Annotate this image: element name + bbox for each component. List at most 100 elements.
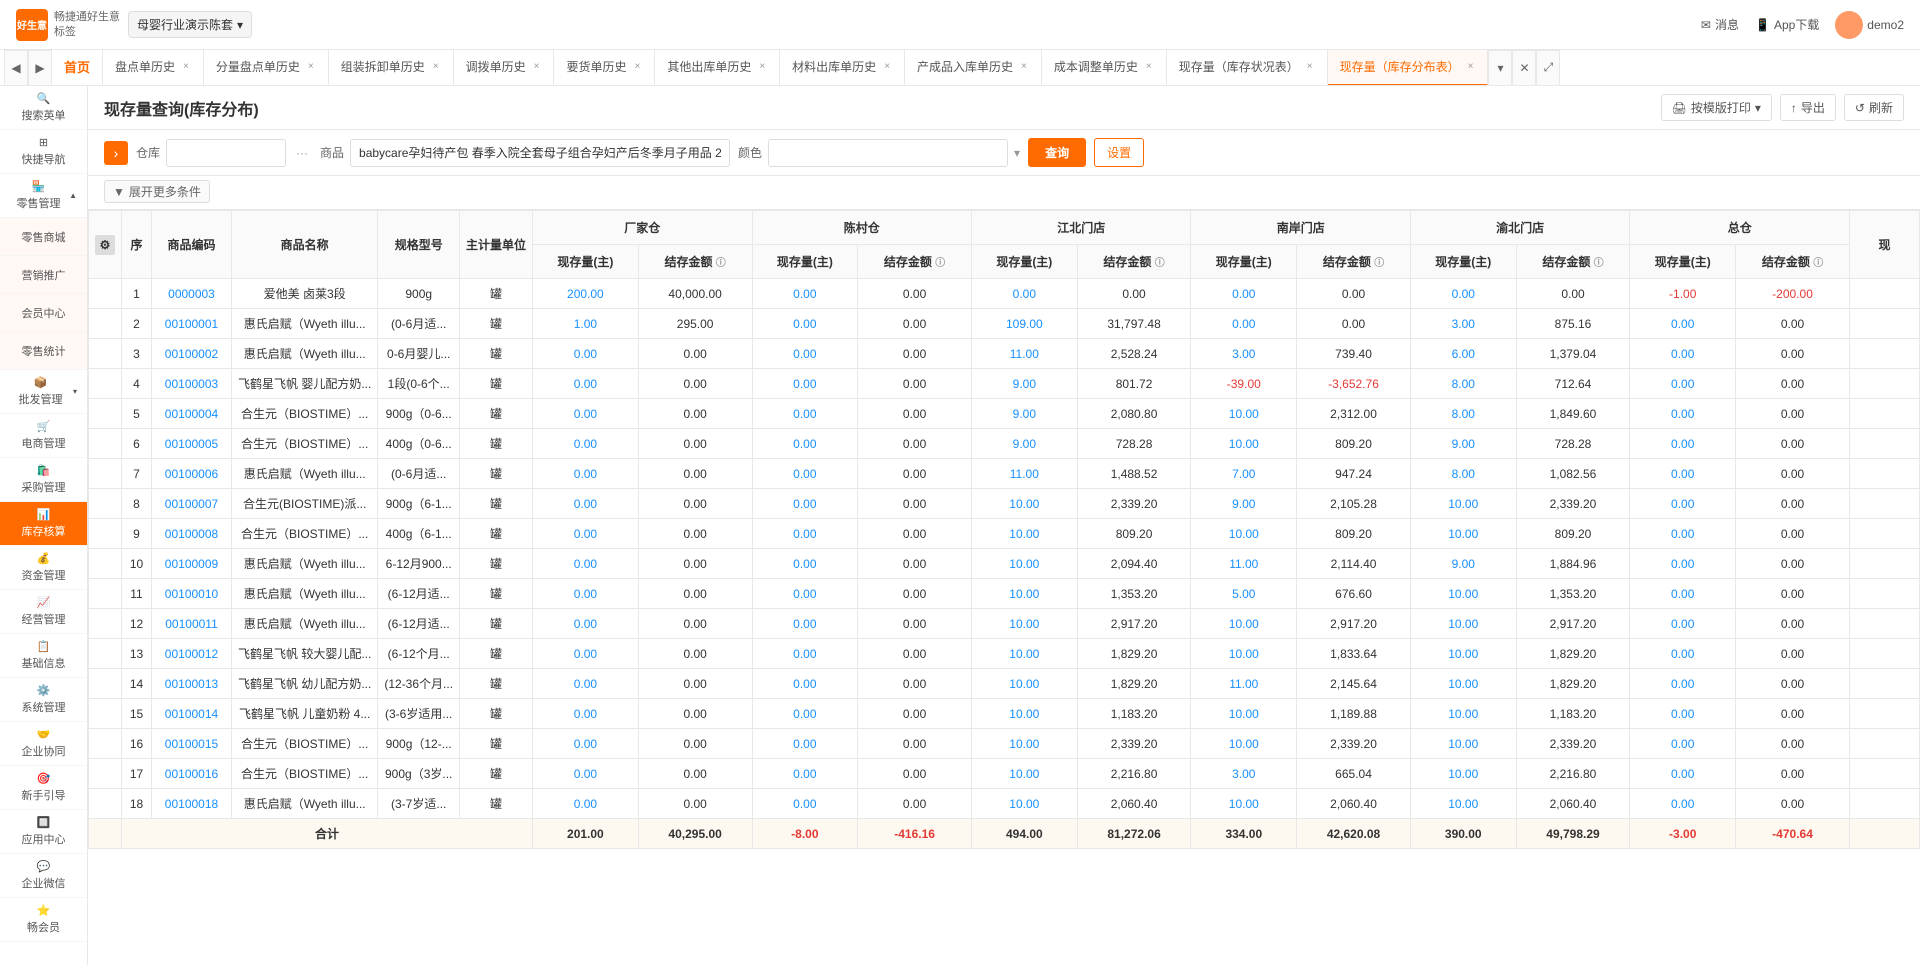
table-cell[interactable]: 10.00 xyxy=(972,549,1078,579)
table-cell[interactable]: 11.00 xyxy=(972,459,1078,489)
table-cell[interactable]: 00100001 xyxy=(152,309,232,339)
tab-next-btn[interactable]: ▶ xyxy=(28,50,52,86)
table-cell[interactable]: 0.00 xyxy=(533,699,639,729)
table-cell[interactable]: 00100004 xyxy=(152,399,232,429)
tab-more-btn[interactable]: ▾ xyxy=(1488,50,1512,86)
table-cell[interactable]: 10.00 xyxy=(972,609,1078,639)
table-cell[interactable]: 0.00 xyxy=(533,369,639,399)
user-menu[interactable]: demo2 xyxy=(1835,11,1904,39)
table-cell[interactable]: 10.00 xyxy=(1410,579,1516,609)
tab-inventory-single[interactable]: 盘点单历史 × xyxy=(103,50,204,86)
tab-close-combo[interactable]: × xyxy=(431,60,441,73)
tab-home[interactable]: 首页 xyxy=(52,50,103,86)
sidebar-item-basic[interactable]: 📋 基础信息 xyxy=(0,634,87,678)
table-cell[interactable]: 0.00 xyxy=(972,279,1078,309)
table-cell[interactable]: 0.00 xyxy=(752,639,858,669)
sidebar-item-ecommerce[interactable]: 🛒 电商管理 xyxy=(0,414,87,458)
tab-close-inventory-single[interactable]: × xyxy=(181,60,191,73)
sidebar-item-member[interactable]: 会员中心 xyxy=(0,294,87,332)
table-cell[interactable]: 0.00 xyxy=(1630,699,1736,729)
table-cell[interactable]: 0.00 xyxy=(533,429,639,459)
tab-other-out[interactable]: 其他出库单历史 × xyxy=(655,50,780,86)
table-cell[interactable]: 0.00 xyxy=(533,579,639,609)
table-cell[interactable]: 00100009 xyxy=(152,549,232,579)
tab-combo[interactable]: 组装拆卸单历史 × xyxy=(329,50,454,86)
table-cell[interactable]: 0.00 xyxy=(1630,789,1736,819)
table-cell[interactable]: 11.00 xyxy=(1191,549,1297,579)
tab-close-stock-status[interactable]: × xyxy=(1305,60,1315,73)
sidebar-item-purchase[interactable]: 🛍️ 采购管理 xyxy=(0,458,87,502)
table-cell[interactable]: 0.00 xyxy=(1630,369,1736,399)
table-cell[interactable]: 10.00 xyxy=(972,639,1078,669)
table-cell[interactable]: 0.00 xyxy=(533,759,639,789)
tab-transfer[interactable]: 调拨单历史 × xyxy=(454,50,555,86)
table-cell[interactable]: 0.00 xyxy=(1630,669,1736,699)
table-cell[interactable]: 0.00 xyxy=(533,639,639,669)
table-cell[interactable]: 0.00 xyxy=(752,489,858,519)
table-cell[interactable]: 00100016 xyxy=(152,759,232,789)
table-cell[interactable]: 10.00 xyxy=(972,489,1078,519)
table-cell[interactable]: 10.00 xyxy=(972,699,1078,729)
tab-prev-btn[interactable]: ◀ xyxy=(4,50,28,86)
table-cell[interactable]: 3.00 xyxy=(1191,759,1297,789)
table-cell[interactable]: 9.00 xyxy=(1410,429,1516,459)
table-cell[interactable]: 10.00 xyxy=(1410,759,1516,789)
table-cell[interactable]: 0.00 xyxy=(533,459,639,489)
table-cell[interactable]: 10.00 xyxy=(972,729,1078,759)
table-cell[interactable]: 10.00 xyxy=(1410,609,1516,639)
table-cell[interactable]: 0.00 xyxy=(1191,309,1297,339)
sidebar-item-retail-mgmt[interactable]: 🏪 零售管理 ▲ xyxy=(0,174,87,218)
table-cell[interactable]: 0.00 xyxy=(1410,279,1516,309)
sidebar-item-finance[interactable]: 💰 资金管理 xyxy=(0,546,87,590)
table-cell[interactable]: 0.00 xyxy=(752,369,858,399)
table-cell[interactable]: 0.00 xyxy=(1630,339,1736,369)
table-cell[interactable]: 6.00 xyxy=(1410,339,1516,369)
table-cell[interactable]: 00100014 xyxy=(152,699,232,729)
table-cell[interactable]: 10.00 xyxy=(972,519,1078,549)
table-cell[interactable]: 00100006 xyxy=(152,459,232,489)
table-cell[interactable]: 00100010 xyxy=(152,579,232,609)
table-cell[interactable]: 10.00 xyxy=(1191,429,1297,459)
table-cell[interactable]: 10.00 xyxy=(1410,729,1516,759)
table-cell[interactable]: 200.00 xyxy=(533,279,639,309)
table-cell[interactable]: 0.00 xyxy=(1191,279,1297,309)
table-cell[interactable]: 3.00 xyxy=(1410,309,1516,339)
table-cell[interactable]: 109.00 xyxy=(972,309,1078,339)
table-cell[interactable]: 10.00 xyxy=(1191,519,1297,549)
table-cell[interactable]: 0.00 xyxy=(1630,639,1736,669)
table-cell[interactable]: 00100012 xyxy=(152,639,232,669)
tab-cost-adjust[interactable]: 成本调整单历史 × xyxy=(1042,50,1167,86)
table-cell[interactable]: 10.00 xyxy=(1410,699,1516,729)
color-input[interactable] xyxy=(768,139,1008,167)
table-cell[interactable]: 00100007 xyxy=(152,489,232,519)
sidebar-item-quicknav[interactable]: ⊞ 快捷导航 xyxy=(0,130,87,174)
sidebar-item-inventory[interactable]: 📊 库存核算 xyxy=(0,502,87,546)
table-cell[interactable]: 0.00 xyxy=(752,519,858,549)
table-cell[interactable]: 10.00 xyxy=(1410,519,1516,549)
message-btn[interactable]: ✉ 消息 xyxy=(1701,16,1739,33)
query-btn[interactable]: 查询 xyxy=(1028,138,1086,167)
refresh-btn[interactable]: ↺ 刷新 xyxy=(1844,94,1904,121)
table-cell[interactable]: 00100008 xyxy=(152,519,232,549)
table-cell[interactable]: 9.00 xyxy=(972,429,1078,459)
table-cell[interactable]: 0.00 xyxy=(752,729,858,759)
setting-btn[interactable]: 设置 xyxy=(1094,138,1144,167)
tab-inventory-split[interactable]: 分量盘点单历史 × xyxy=(204,50,329,86)
table-cell[interactable]: 0.00 xyxy=(752,669,858,699)
table-cell[interactable]: 0.00 xyxy=(1630,399,1736,429)
table-cell[interactable]: 0.00 xyxy=(533,669,639,699)
table-cell[interactable]: 0000003 xyxy=(152,279,232,309)
table-wrapper[interactable]: ⚙ 序 商品编码 商品名称 规格型号 主计量单位 厂家仓 陈村仓 江北门店 南岸… xyxy=(88,210,1920,965)
table-cell[interactable]: 0.00 xyxy=(1630,489,1736,519)
table-cell[interactable]: 0.00 xyxy=(1630,609,1736,639)
table-cell[interactable]: 0.00 xyxy=(1630,429,1736,459)
table-cell[interactable]: 0.00 xyxy=(533,729,639,759)
tab-close-inventory-split[interactable]: × xyxy=(306,60,316,73)
sidebar-item-system[interactable]: ⚙️ 系统管理 xyxy=(0,678,87,722)
table-cell[interactable]: 8.00 xyxy=(1410,369,1516,399)
tab-expand-btn[interactable]: ⤢ xyxy=(1536,50,1560,86)
print-btn[interactable]: 🖨 按模版打印 ▾ xyxy=(1661,94,1772,121)
table-cell[interactable]: 9.00 xyxy=(1191,489,1297,519)
expand-more-btn[interactable]: ▼ 展开更多条件 xyxy=(104,180,210,203)
table-cell[interactable]: 10.00 xyxy=(972,789,1078,819)
